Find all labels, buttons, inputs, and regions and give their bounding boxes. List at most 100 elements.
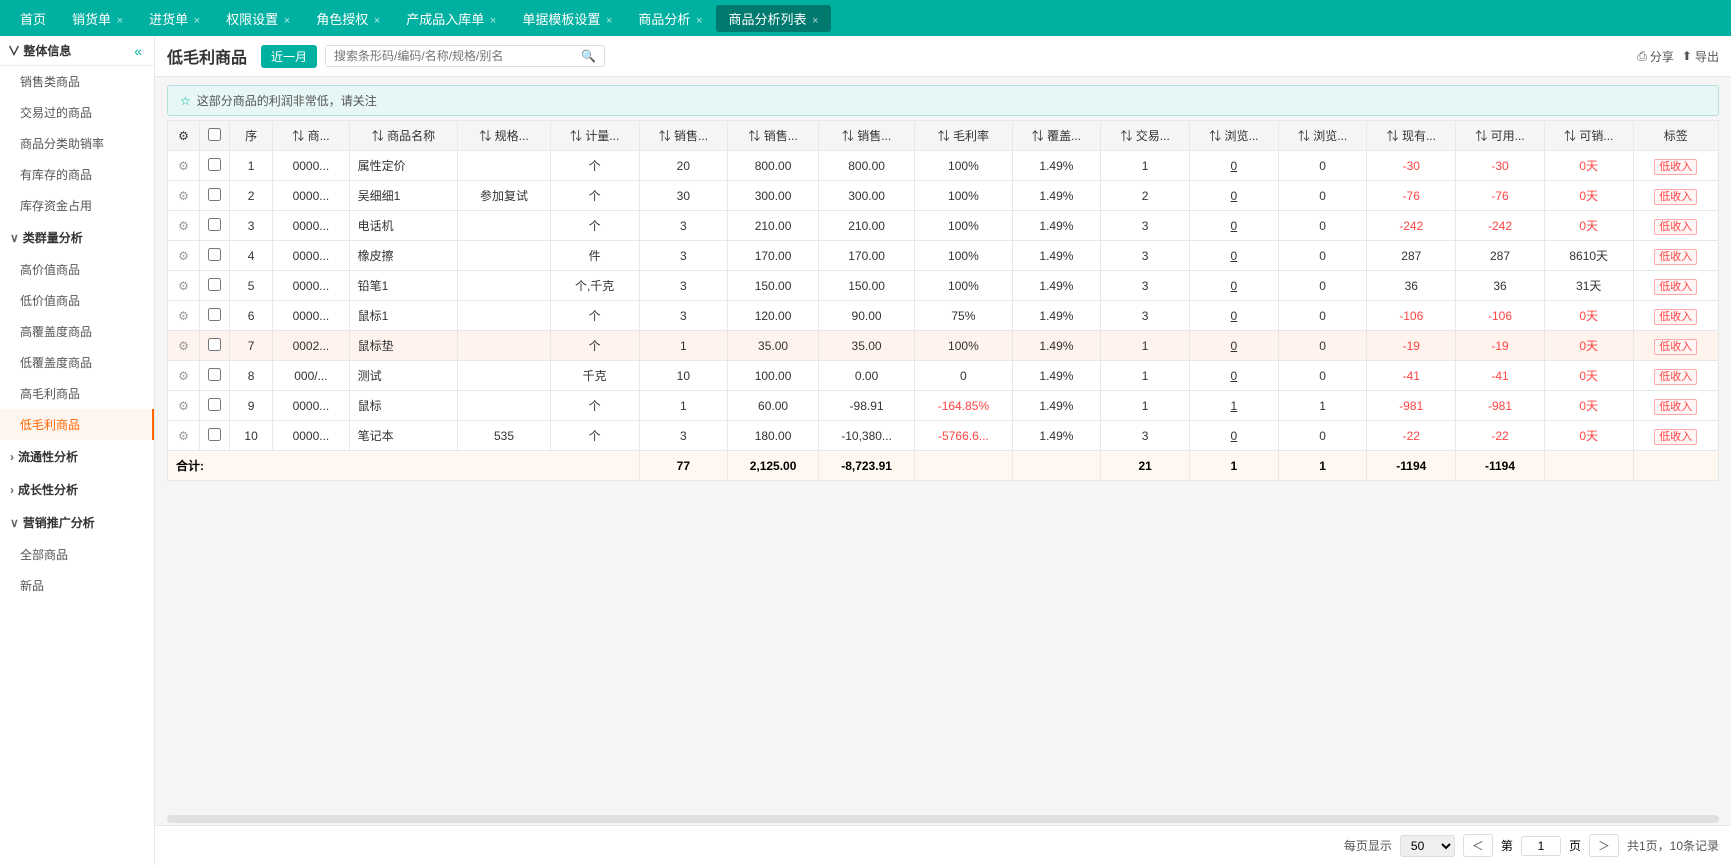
horizontal-scrollbar[interactable]: [167, 815, 1719, 823]
row-select-checkbox[interactable]: [208, 308, 221, 321]
row-select-checkbox[interactable]: [208, 248, 221, 261]
row-views1[interactable]: 0: [1189, 271, 1278, 301]
nav-purchase[interactable]: 进货单 ×: [137, 5, 212, 32]
row-settings[interactable]: ⚙: [168, 241, 200, 271]
row-settings[interactable]: ⚙: [168, 391, 200, 421]
row-settings[interactable]: ⚙: [168, 421, 200, 451]
search-icon[interactable]: 🔍: [581, 49, 596, 63]
col-settings[interactable]: ⚙: [168, 121, 200, 151]
sidebar-item-sales-goods[interactable]: 销售类商品: [0, 66, 154, 97]
nav-sales[interactable]: 销货单 ×: [60, 5, 135, 32]
export-button[interactable]: ⬆ 导出: [1682, 48, 1719, 65]
nav-product-entry[interactable]: 产成品入库单 ×: [394, 5, 508, 32]
col-spec[interactable]: ⇅ 规格...: [458, 121, 551, 151]
nav-purchase-close[interactable]: ×: [194, 15, 200, 27]
row-checkbox[interactable]: [200, 361, 230, 391]
nav-template[interactable]: 单据模板设置 ×: [510, 5, 624, 32]
col-available[interactable]: ⇅ 可用...: [1456, 121, 1545, 151]
row-views1[interactable]: 0: [1189, 331, 1278, 361]
col-code[interactable]: ⇅ 商...: [273, 121, 349, 151]
row-settings[interactable]: ⚙: [168, 181, 200, 211]
sidebar-item-traded-goods[interactable]: 交易过的商品: [0, 97, 154, 128]
sidebar-item-low-value[interactable]: 低价值商品: [0, 285, 154, 316]
row-select-checkbox[interactable]: [208, 368, 221, 381]
nav-permissions[interactable]: 权限设置 ×: [214, 5, 302, 32]
col-current-stock[interactable]: ⇅ 现有...: [1367, 121, 1456, 151]
sidebar-item-new-goods[interactable]: 新品: [0, 570, 154, 601]
date-filter-button[interactable]: 近一月: [261, 45, 317, 68]
row-views1[interactable]: 1: [1189, 391, 1278, 421]
col-sales-amount[interactable]: ⇅ 销售...: [818, 121, 914, 151]
prev-page-btn[interactable]: ＜: [1463, 834, 1493, 857]
col-unit[interactable]: ⇅ 计量...: [550, 121, 639, 151]
col-sales-qty[interactable]: ⇅ 销售...: [639, 121, 728, 151]
sidebar-item-capital[interactable]: 库存资金占用: [0, 190, 154, 221]
sidebar-item-high-margin[interactable]: 高毛利商品: [0, 378, 154, 409]
row-checkbox[interactable]: [200, 151, 230, 181]
row-views1[interactable]: 0: [1189, 181, 1278, 211]
row-settings[interactable]: ⚙: [168, 211, 200, 241]
sidebar-item-high-coverage[interactable]: 高覆盖度商品: [0, 316, 154, 347]
row-settings[interactable]: ⚙: [168, 271, 200, 301]
row-views1[interactable]: 0: [1189, 421, 1278, 451]
col-views1[interactable]: ⇅ 浏览...: [1189, 121, 1278, 151]
nav-product-analysis-close[interactable]: ×: [696, 15, 702, 27]
row-settings[interactable]: ⚙: [168, 301, 200, 331]
sidebar-item-all-goods[interactable]: 全部商品: [0, 539, 154, 570]
per-page-select[interactable]: 50 100: [1400, 835, 1455, 857]
next-page-btn[interactable]: ＞: [1589, 834, 1619, 857]
row-select-checkbox[interactable]: [208, 278, 221, 291]
row-views1[interactable]: 0: [1189, 211, 1278, 241]
col-gross-rate[interactable]: ⇅ 毛利率: [915, 121, 1012, 151]
sidebar-item-high-value[interactable]: 高价值商品: [0, 254, 154, 285]
row-settings[interactable]: ⚙: [168, 361, 200, 391]
nav-product-analysis-list[interactable]: 商品分析列表 ×: [716, 5, 830, 32]
sidebar-group-growth[interactable]: ›成长性分析: [0, 473, 154, 506]
col-name[interactable]: ⇅ 商品名称: [349, 121, 458, 151]
sidebar-group-cluster[interactable]: ∨类群量分析: [0, 221, 154, 254]
col-sellable-days[interactable]: ⇅ 可销...: [1544, 121, 1633, 151]
row-select-checkbox[interactable]: [208, 188, 221, 201]
col-views2[interactable]: ⇅ 浏览...: [1278, 121, 1367, 151]
row-select-checkbox[interactable]: [208, 428, 221, 441]
page-number-input[interactable]: [1521, 836, 1561, 856]
share-button[interactable]: ⎙ 分享: [1637, 48, 1674, 65]
row-select-checkbox[interactable]: [208, 398, 221, 411]
row-settings[interactable]: ⚙: [168, 151, 200, 181]
col-no[interactable]: 序: [230, 121, 273, 151]
nav-roles-close[interactable]: ×: [374, 15, 380, 27]
nav-product-analysis-list-close[interactable]: ×: [812, 15, 818, 27]
row-checkbox[interactable]: [200, 421, 230, 451]
col-coverage[interactable]: ⇅ 覆盖...: [1012, 121, 1101, 151]
sidebar-item-low-coverage[interactable]: 低覆盖度商品: [0, 347, 154, 378]
row-checkbox[interactable]: [200, 331, 230, 361]
col-sales-price[interactable]: ⇅ 销售...: [728, 121, 819, 151]
nav-home[interactable]: 首页: [8, 5, 58, 32]
sidebar-group-marketing[interactable]: ∨营销推广分析: [0, 506, 154, 539]
nav-sales-close[interactable]: ×: [117, 15, 123, 27]
select-all-checkbox[interactable]: [208, 128, 221, 141]
row-checkbox[interactable]: [200, 301, 230, 331]
row-views1[interactable]: 0: [1189, 361, 1278, 391]
search-input[interactable]: [334, 49, 577, 63]
row-select-checkbox[interactable]: [208, 218, 221, 231]
row-select-checkbox[interactable]: [208, 158, 221, 171]
nav-product-analysis[interactable]: 商品分析 ×: [626, 5, 714, 32]
nav-roles[interactable]: 角色授权 ×: [304, 5, 392, 32]
sidebar-item-low-margin[interactable]: 低毛利商品: [0, 409, 154, 440]
settings-icon[interactable]: ⚙: [178, 129, 189, 143]
row-checkbox[interactable]: [200, 241, 230, 271]
sidebar-group-circulation[interactable]: ›流通性分析: [0, 440, 154, 473]
sidebar-item-in-stock[interactable]: 有库存的商品: [0, 159, 154, 190]
row-views1[interactable]: 0: [1189, 241, 1278, 271]
row-select-checkbox[interactable]: [208, 338, 221, 351]
row-checkbox[interactable]: [200, 211, 230, 241]
nav-template-close[interactable]: ×: [606, 15, 612, 27]
nav-product-entry-close[interactable]: ×: [490, 15, 496, 27]
table-container[interactable]: ⚙ 序 ⇅ 商... ⇅ 商品名称 ⇅ 规格... ⇅ 计量... ⇅ 销售..…: [155, 120, 1731, 813]
nav-permissions-close[interactable]: ×: [284, 15, 290, 27]
row-views1[interactable]: 0: [1189, 151, 1278, 181]
sidebar-collapse-btn[interactable]: «: [130, 43, 146, 59]
col-transactions[interactable]: ⇅ 交易...: [1101, 121, 1190, 151]
row-checkbox[interactable]: [200, 391, 230, 421]
